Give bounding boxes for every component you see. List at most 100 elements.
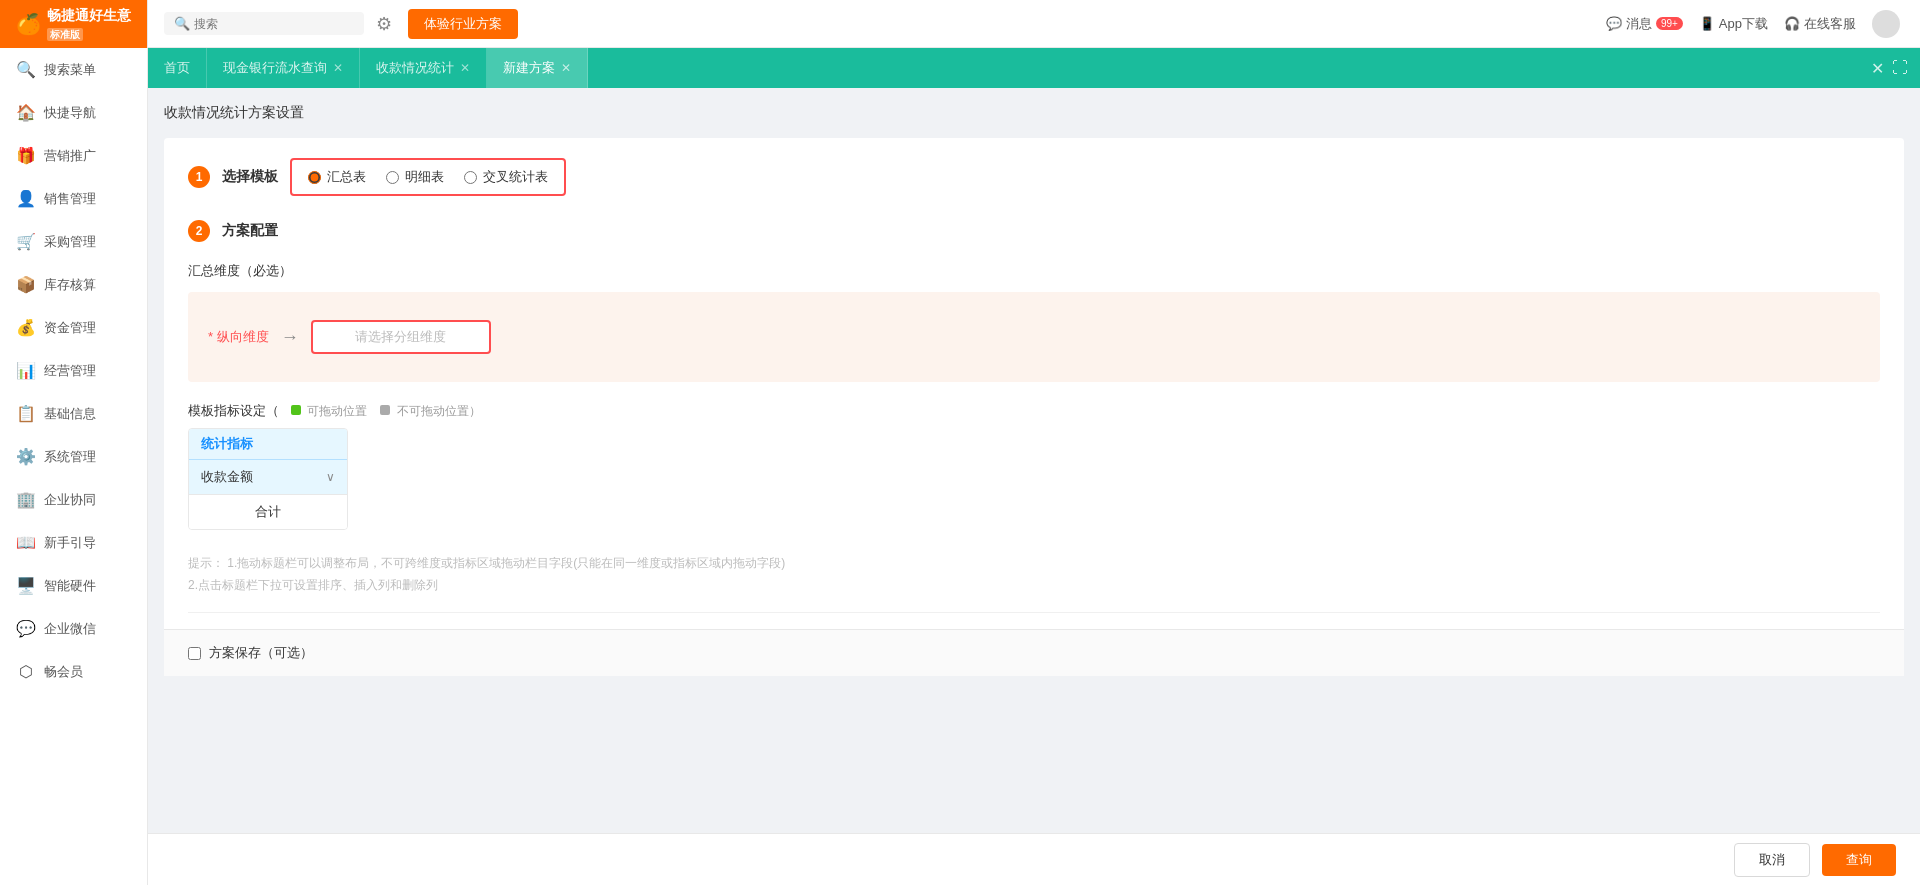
sidebar-item-label: 畅会员 <box>44 663 83 681</box>
sidebar-item-label: 智能硬件 <box>44 577 96 595</box>
tab-receipts-stat[interactable]: 收款情况统计 ✕ <box>360 48 487 88</box>
headset-icon: 🎧 <box>1784 16 1800 31</box>
sidebar-item-search-menu[interactable]: 🔍 搜索菜单 <box>0 48 147 91</box>
sidebar-item-sales[interactable]: 👤 销售管理 <box>0 177 147 220</box>
sidebar-item-label: 营销推广 <box>44 147 96 165</box>
metrics-title: 模板指标设定（ <box>188 403 279 418</box>
message-icon: 💬 <box>1606 16 1622 31</box>
book-icon: 📖 <box>16 533 36 552</box>
logo-icon: 🍊 <box>16 12 41 36</box>
sidebar-item-label: 资金管理 <box>44 319 96 337</box>
search-box[interactable]: 🔍 <box>164 12 364 35</box>
message-button[interactable]: 💬 消息 99+ <box>1606 15 1683 33</box>
user-avatar[interactable] <box>1872 10 1900 38</box>
search-icon: 🔍 <box>174 16 190 31</box>
tab-cash-bank[interactable]: 现金银行流水查询 ✕ <box>207 48 360 88</box>
dimension-select-button[interactable]: 请选择分组维度 <box>311 320 491 354</box>
tab-bar: 首页 现金银行流水查询 ✕ 收款情况统计 ✕ 新建方案 ✕ ✕ ⛶ <box>148 48 1920 88</box>
metrics-cell-arrow-icon[interactable]: ∨ <box>326 470 335 484</box>
save-checkbox[interactable] <box>188 647 201 660</box>
step1-label: 选择模板 <box>222 168 278 186</box>
sidebar-logo: 🍊 畅捷通好生意 标准版 <box>0 0 147 48</box>
radio-detail[interactable]: 明细表 <box>386 168 444 186</box>
save-section: 方案保存（可选） <box>164 629 1904 676</box>
sidebar-item-basic-info[interactable]: 📋 基础信息 <box>0 392 147 435</box>
tab-expand-icon[interactable]: ⛶ <box>1892 59 1908 77</box>
section-divider <box>188 612 1880 613</box>
step2-header: 2 方案配置 <box>188 220 1880 242</box>
download-label: App下载 <box>1719 15 1768 33</box>
download-button[interactable]: 📱 App下载 <box>1699 15 1768 33</box>
dimension-arrow-icon: → <box>281 327 299 348</box>
sidebar-item-system[interactable]: ⚙️ 系统管理 <box>0 435 147 478</box>
cancel-button[interactable]: 取消 <box>1734 843 1810 877</box>
sidebar-item-quick-nav[interactable]: 🏠 快捷导航 <box>0 91 147 134</box>
step1-badge: 1 <box>188 166 210 188</box>
radio-summary-label: 汇总表 <box>327 168 366 186</box>
search-menu-icon: 🔍 <box>16 60 36 79</box>
step2-badge: 2 <box>188 220 210 242</box>
sidebar-item-enterprise[interactable]: 🏢 企业协同 <box>0 478 147 521</box>
tab-home[interactable]: 首页 <box>148 48 207 88</box>
metrics-hint: 可拖动位置 不可拖动位置） <box>291 404 481 418</box>
user-icon: 👤 <box>16 189 36 208</box>
metrics-table-cell[interactable]: 收款金额 ∨ <box>189 459 347 494</box>
sidebar-item-label: 企业协同 <box>44 491 96 509</box>
summary-dim-title: 汇总维度（必选） <box>188 262 1880 280</box>
draggable-dot <box>291 405 301 415</box>
radio-summary[interactable]: 汇总表 <box>308 168 366 186</box>
tab-actions: ✕ ⛶ <box>1871 48 1920 88</box>
building-icon: 🏢 <box>16 490 36 509</box>
tab-receipts-stat-close[interactable]: ✕ <box>460 61 470 75</box>
tab-cash-bank-close[interactable]: ✕ <box>333 61 343 75</box>
tips-section: 提示： 1.拖动标题栏可以调整布局，不可跨维度或指标区域拖动栏目字段(只能在同一… <box>188 553 1880 596</box>
dimension-area: * 纵向维度 → 请选择分组维度 <box>188 292 1880 382</box>
search-input[interactable] <box>194 17 334 31</box>
sidebar-item-label: 经营管理 <box>44 362 96 380</box>
query-button[interactable]: 查询 <box>1822 844 1896 876</box>
trial-button[interactable]: 体验行业方案 <box>408 9 518 39</box>
sidebar-item-label: 企业微信 <box>44 620 96 638</box>
step2-label: 方案配置 <box>222 222 278 240</box>
radio-summary-input[interactable] <box>308 171 321 184</box>
sidebar-item-member[interactable]: ⬡ 畅会员 <box>0 650 147 693</box>
sidebar-item-label: 快捷导航 <box>44 104 96 122</box>
radio-detail-input[interactable] <box>386 171 399 184</box>
gear-icon: ⚙️ <box>16 447 36 466</box>
sidebar-item-marketing[interactable]: 🎁 营销推广 <box>0 134 147 177</box>
save-label: 方案保存（可选） <box>209 644 313 662</box>
header-right: 💬 消息 99+ 📱 App下载 🎧 在线客服 <box>1606 10 1920 38</box>
template-options: 汇总表 明细表 交叉统计表 <box>290 158 566 196</box>
metrics-total-row: 合计 <box>189 494 347 529</box>
sidebar-item-label: 库存核算 <box>44 276 96 294</box>
sidebar-item-hardware[interactable]: 🖥️ 智能硬件 <box>0 564 147 607</box>
sidebar-item-wechat[interactable]: 💬 企业微信 <box>0 607 147 650</box>
sidebar-item-operations[interactable]: 📊 经营管理 <box>0 349 147 392</box>
settings-icon[interactable]: ⚙ <box>364 13 404 35</box>
config-panel: 1 选择模板 汇总表 明细表 交叉统计表 2 方案配置 <box>164 138 1904 676</box>
radio-cross-input[interactable] <box>464 171 477 184</box>
sidebar-item-purchase[interactable]: 🛒 采购管理 <box>0 220 147 263</box>
draggable-label: 可拖动位置 <box>307 404 367 418</box>
hexagon-icon: ⬡ <box>16 662 36 681</box>
tab-close-all-icon[interactable]: ✕ <box>1871 59 1884 78</box>
message-label: 消息 <box>1626 15 1652 33</box>
sidebar-item-guide[interactable]: 📖 新手引导 <box>0 521 147 564</box>
header: 🔍 ⚙ 体验行业方案 💬 消息 99+ 📱 App下载 🎧 在线客服 <box>148 0 1920 48</box>
tab-home-label: 首页 <box>164 59 190 77</box>
money-icon: 💰 <box>16 318 36 337</box>
service-button[interactable]: 🎧 在线客服 <box>1784 15 1856 33</box>
sidebar-item-inventory[interactable]: 📦 库存核算 <box>0 263 147 306</box>
app-name: 畅捷通好生意 <box>47 7 131 25</box>
sidebar-item-capital[interactable]: 💰 资金管理 <box>0 306 147 349</box>
summary-dim-section: 汇总维度（必选） * 纵向维度 → 请选择分组维度 <box>188 262 1880 382</box>
page-title: 收款情况统计方案设置 <box>164 104 1904 122</box>
monitor-icon: 🖥️ <box>16 576 36 595</box>
tab-new-plan-close[interactable]: ✕ <box>561 61 571 75</box>
phone-icon: 📱 <box>1699 16 1715 31</box>
message-badge: 99+ <box>1656 17 1683 30</box>
chart-icon: 📊 <box>16 361 36 380</box>
tab-new-plan[interactable]: 新建方案 ✕ <box>487 48 588 88</box>
radio-cross[interactable]: 交叉统计表 <box>464 168 548 186</box>
dimension-row: * 纵向维度 → 请选择分组维度 <box>208 320 491 354</box>
